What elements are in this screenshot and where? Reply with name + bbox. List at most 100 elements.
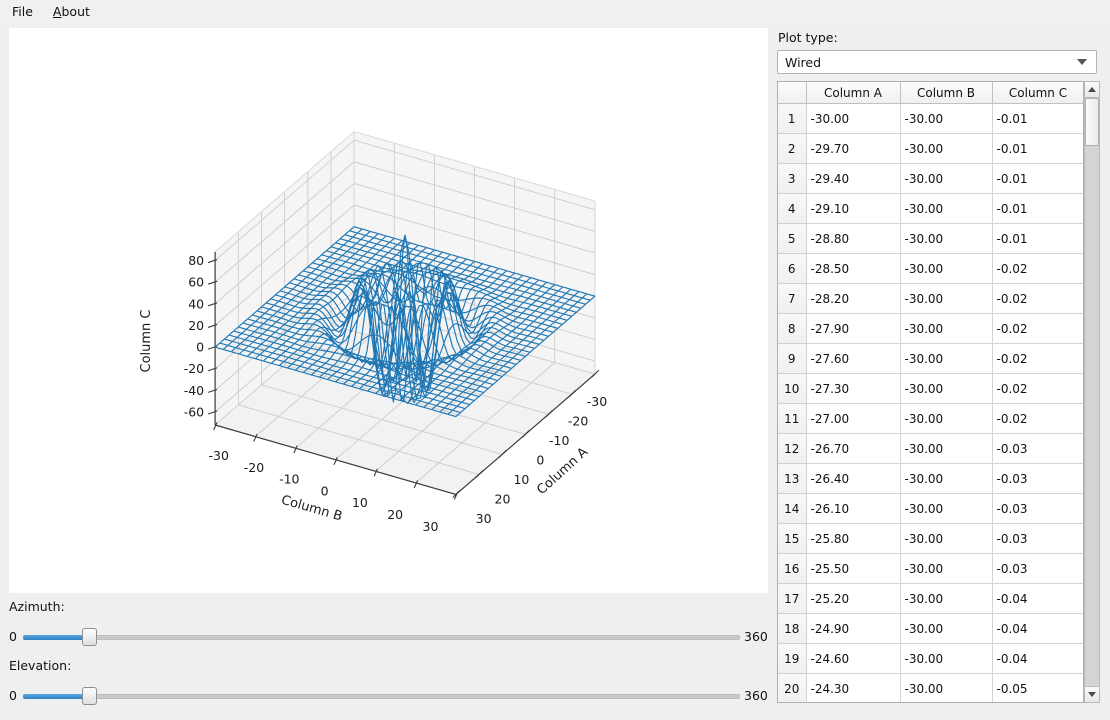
cell[interactable]: -30.00 [900,404,992,434]
elevation-slider-track[interactable] [23,694,740,699]
cell[interactable]: -0.01 [992,134,1084,164]
cell[interactable]: -0.02 [992,404,1084,434]
row-number[interactable]: 11 [778,404,806,434]
row-number[interactable]: 6 [778,254,806,284]
column-header-a[interactable]: Column A [806,82,900,104]
cell[interactable]: -28.20 [806,284,900,314]
row-number[interactable]: 20 [778,674,806,704]
cell[interactable]: -28.80 [806,224,900,254]
cell[interactable]: -25.20 [806,584,900,614]
cell[interactable]: -27.90 [806,314,900,344]
row-number[interactable]: 15 [778,524,806,554]
data-table-container[interactable]: Column A Column B Column C 1-30.00-30.00… [777,81,1084,703]
cell[interactable]: -30.00 [900,434,992,464]
cell[interactable]: -29.40 [806,164,900,194]
row-number[interactable]: 12 [778,434,806,464]
row-number[interactable]: 17 [778,584,806,614]
cell[interactable]: -25.80 [806,524,900,554]
cell[interactable]: -25.50 [806,554,900,584]
cell[interactable]: -29.10 [806,194,900,224]
cell[interactable]: -30.00 [900,194,992,224]
azimuth-slider-handle[interactable] [82,628,97,646]
cell[interactable]: -26.40 [806,464,900,494]
cell[interactable]: -30.00 [900,554,992,584]
cell[interactable]: -0.03 [992,554,1084,584]
cell[interactable]: -30.00 [900,374,992,404]
cell[interactable]: -0.03 [992,434,1084,464]
cell[interactable]: -0.05 [992,674,1084,704]
column-header-c[interactable]: Column C [992,82,1084,104]
azimuth-slider[interactable]: 0 360 [0,627,775,647]
table-corner-cell[interactable] [778,82,806,104]
cell[interactable]: -0.01 [992,164,1084,194]
column-header-b[interactable]: Column B [900,82,992,104]
y-tick-label: -10 [549,433,569,448]
row-number[interactable]: 1 [778,104,806,134]
cell[interactable]: -0.04 [992,584,1084,614]
cell[interactable]: -27.60 [806,344,900,374]
cell[interactable]: -0.02 [992,284,1084,314]
row-number[interactable]: 9 [778,344,806,374]
cell[interactable]: -30.00 [900,464,992,494]
row-number[interactable]: 13 [778,464,806,494]
row-number[interactable]: 19 [778,644,806,674]
cell[interactable]: -30.00 [900,524,992,554]
scrollbar-down-button[interactable] [1085,686,1099,702]
cell[interactable]: -0.03 [992,494,1084,524]
azimuth-slider-track[interactable] [23,635,740,640]
cell[interactable]: -27.00 [806,404,900,434]
cell[interactable]: -0.02 [992,344,1084,374]
cell[interactable]: -30.00 [900,254,992,284]
row-number[interactable]: 18 [778,614,806,644]
row-number[interactable]: 16 [778,554,806,584]
cell[interactable]: -0.04 [992,614,1084,644]
row-number[interactable]: 10 [778,374,806,404]
elevation-slider[interactable]: 0 360 [0,686,775,706]
menu-item-about[interactable]: About [43,2,100,21]
row-number[interactable]: 4 [778,194,806,224]
z-axis-title: Column C [139,310,154,373]
cell[interactable]: -0.01 [992,194,1084,224]
cell[interactable]: -24.90 [806,614,900,644]
cell[interactable]: -30.00 [900,644,992,674]
cell[interactable]: -30.00 [900,104,992,134]
row-number[interactable]: 5 [778,224,806,254]
cell[interactable]: -24.30 [806,674,900,704]
cell[interactable]: -30.00 [900,494,992,524]
cell[interactable]: -24.60 [806,644,900,674]
scrollbar-thumb[interactable] [1085,98,1099,146]
cell[interactable]: -30.00 [900,314,992,344]
cell[interactable]: -29.70 [806,134,900,164]
cell[interactable]: -0.03 [992,464,1084,494]
cell[interactable]: -30.00 [900,284,992,314]
row-number[interactable]: 2 [778,134,806,164]
cell[interactable]: -30.00 [806,104,900,134]
cell[interactable]: -0.01 [992,224,1084,254]
elevation-slider-handle[interactable] [82,687,97,705]
cell[interactable]: -0.02 [992,254,1084,284]
cell[interactable]: -30.00 [900,674,992,704]
cell[interactable]: -30.00 [900,164,992,194]
row-number[interactable]: 8 [778,314,806,344]
menu-item-file[interactable]: File [2,2,43,21]
row-number[interactable]: 3 [778,164,806,194]
cell[interactable]: -0.01 [992,104,1084,134]
cell[interactable]: -27.30 [806,374,900,404]
row-number[interactable]: 7 [778,284,806,314]
table-vertical-scrollbar[interactable] [1084,81,1100,703]
cell[interactable]: -26.70 [806,434,900,464]
cell[interactable]: -26.10 [806,494,900,524]
cell[interactable]: -0.04 [992,644,1084,674]
cell[interactable]: -0.02 [992,374,1084,404]
cell[interactable]: -30.00 [900,584,992,614]
cell[interactable]: -30.00 [900,134,992,164]
cell[interactable]: -28.50 [806,254,900,284]
scrollbar-up-button[interactable] [1085,82,1099,98]
cell[interactable]: -0.03 [992,524,1084,554]
plot-type-combobox[interactable]: Wired [777,50,1097,74]
cell[interactable]: -0.02 [992,314,1084,344]
row-number[interactable]: 14 [778,494,806,524]
cell[interactable]: -30.00 [900,614,992,644]
cell[interactable]: -30.00 [900,344,992,374]
cell[interactable]: -30.00 [900,224,992,254]
